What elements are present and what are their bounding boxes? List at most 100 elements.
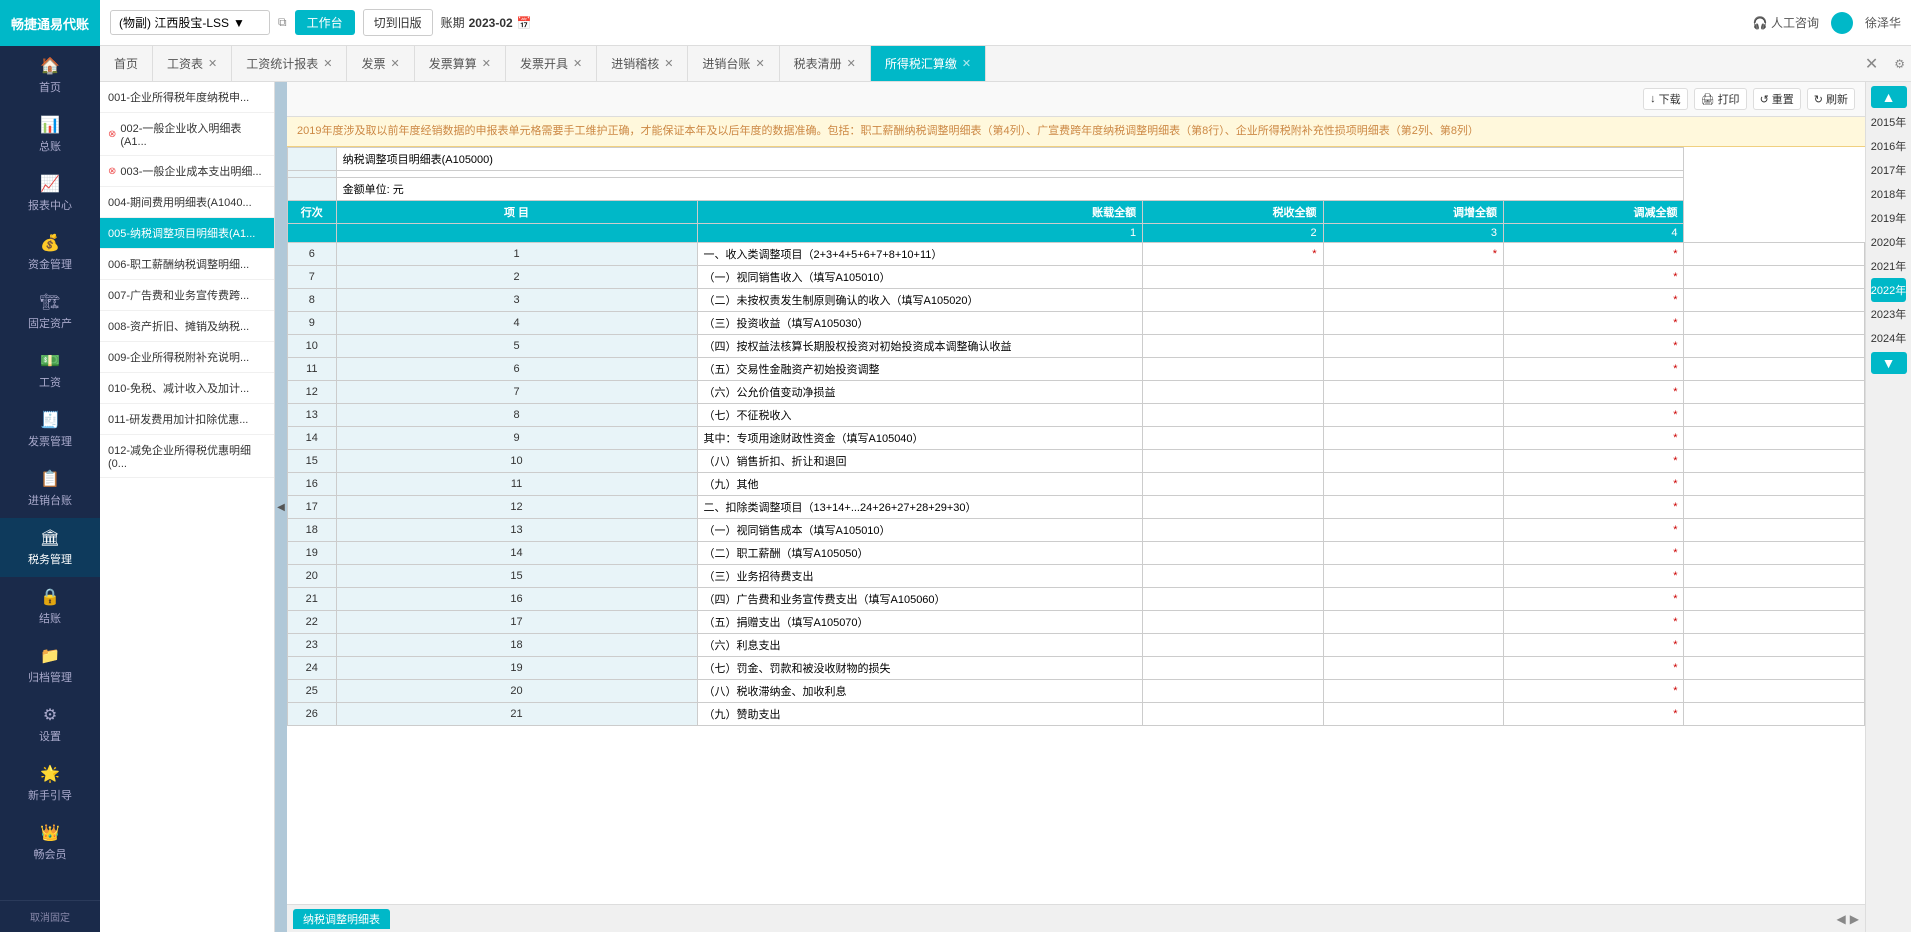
- company-selector[interactable]: (物副) 江西股宝-LSS ▼: [110, 10, 270, 35]
- left-panel-item-002[interactable]: ⊗ 002-一般企业收入明细表(A1...: [100, 113, 274, 156]
- refresh-button[interactable]: ↻ 刷新: [1807, 88, 1855, 110]
- left-panel-item-001[interactable]: 001-企业所得税年度纳税申...: [100, 82, 274, 113]
- tab-close-intake-ledger[interactable]: ✕: [755, 57, 764, 70]
- left-panel-item-012[interactable]: 012-减免企业所得税优惠明细(0...: [100, 435, 274, 478]
- left-panel-label: 010-免税、减计收入及加计...: [108, 380, 249, 396]
- sidebar-item-tax[interactable]: 🏛税务管理: [0, 518, 100, 577]
- period-selector[interactable]: 账期 2023-02 📅: [441, 14, 532, 31]
- copy-icon[interactable]: ⧉: [278, 15, 287, 30]
- sidebar-item-archive[interactable]: 📁归档管理: [0, 636, 100, 695]
- tab-close-invoice[interactable]: ✕: [391, 57, 400, 70]
- year-item-2018[interactable]: 2018年: [1871, 182, 1906, 206]
- year-nav-down[interactable]: ▼: [1871, 352, 1907, 374]
- scroll-left-icon[interactable]: ◀: [1837, 912, 1846, 926]
- download-button[interactable]: ↓ 下载: [1643, 88, 1688, 110]
- help-button[interactable]: 🎧 人工咨询: [1753, 14, 1819, 31]
- left-panel-item-003[interactable]: ⊗003-一般企业成本支出明细...: [100, 156, 274, 187]
- print-icon: 🖨: [1701, 93, 1715, 106]
- year-item-2015[interactable]: 2015年: [1871, 110, 1906, 134]
- left-panel-item-011[interactable]: 011-研发费用加计扣除优惠...: [100, 404, 274, 435]
- workbench-button[interactable]: 工作台: [295, 10, 355, 35]
- left-panel-item-008[interactable]: 008-资产折旧、摊销及纳税...: [100, 311, 274, 342]
- year-item-2019[interactable]: 2019年: [1871, 206, 1906, 230]
- year-item-2021[interactable]: 2021年: [1871, 254, 1906, 278]
- sidebar-item-intake[interactable]: 📋进销台账: [0, 459, 100, 518]
- sidebar-icon-report: 📈: [40, 174, 60, 194]
- sidebar-item-closing[interactable]: 🔒结账: [0, 577, 100, 636]
- sidebar-icon-salary: 💵: [40, 351, 60, 371]
- tab-invoice-open[interactable]: 发票开具✕: [506, 46, 597, 82]
- scroll-right-icon[interactable]: ▶: [1850, 912, 1859, 926]
- sidebar-label-asset: 固定资产: [28, 315, 72, 331]
- tab-invoice[interactable]: 发票 ✕: [347, 46, 414, 82]
- left-panel-item-010[interactable]: 010-免税、减计收入及加计...: [100, 373, 274, 404]
- table-row: 11 6 （五）交易性金融资产初始投资调整 *: [288, 357, 1865, 380]
- sidebar-item-capital[interactable]: 💰资金管理: [0, 223, 100, 282]
- print-button[interactable]: 🖨 打印: [1694, 88, 1747, 110]
- left-panel-label: 002-一般企业收入明细表(A1...: [120, 120, 266, 148]
- tab-close-invoice-calc[interactable]: ✕: [482, 57, 491, 70]
- switch-version-button[interactable]: 切到旧版: [363, 9, 433, 36]
- reset-button[interactable]: ↺ 重置: [1753, 88, 1801, 110]
- tab-intake-ledger[interactable]: 进销台账✕: [688, 46, 779, 82]
- sidebar-item-salary[interactable]: 💵工资: [0, 341, 100, 400]
- year-nav-up[interactable]: ▲: [1871, 86, 1907, 108]
- year-item-2022[interactable]: 2022年: [1871, 278, 1906, 302]
- tab-close-invoice-open[interactable]: ✕: [573, 57, 582, 70]
- tab-income-tax[interactable]: 所得税汇算缴 ✕: [871, 46, 986, 82]
- tab-close-salary[interactable]: ✕: [208, 57, 217, 70]
- table-row: 6 1 一、收入类调整项目（2+3+4+5+6+7+8+10+11） * * *: [288, 242, 1865, 265]
- tab-tax-clear[interactable]: 税表清册✕: [780, 46, 871, 82]
- left-panel-item-004[interactable]: 004-期间费用明细表(A1040...: [100, 187, 274, 218]
- left-panel-item-007[interactable]: 007-广告费和业务宣传费跨...: [100, 280, 274, 311]
- sidebar-item-home[interactable]: 🏠首页: [0, 46, 100, 105]
- sidebar-item-ledger[interactable]: 📊总账: [0, 105, 100, 164]
- year-item-2020[interactable]: 2020年: [1871, 230, 1906, 254]
- tab-salary[interactable]: 工资表✕: [153, 46, 232, 82]
- sidebar-item-newguide[interactable]: 🌟新手引导: [0, 754, 100, 813]
- panel-toggle-button[interactable]: ◀: [275, 82, 287, 932]
- left-panel: 001-企业所得税年度纳税申... ⊗ 002-一般企业收入明细表(A1... ⊗00…: [100, 82, 275, 932]
- table-row: 13 8 （七）不征税收入 *: [288, 403, 1865, 426]
- tab-close-intake-check[interactable]: ✕: [664, 57, 673, 70]
- tab-home[interactable]: 首页: [100, 46, 153, 82]
- year-item-2017[interactable]: 2017年: [1871, 158, 1906, 182]
- main-table: 纳税调整项目明细表(A105000) 金额单位: 元: [287, 147, 1865, 726]
- table-row: 22 17 （五）捐赠支出（填写A105070） *: [288, 610, 1865, 633]
- left-panel-label: 001-企业所得税年度纳税申...: [108, 89, 249, 105]
- tab-invoice-calc[interactable]: 发票算算✕: [415, 46, 506, 82]
- year-item-2016[interactable]: 2016年: [1871, 134, 1906, 158]
- tab-label-home: 首页: [114, 55, 138, 72]
- table-area[interactable]: 纳税调整项目明细表(A105000) 金额单位: 元: [287, 147, 1865, 905]
- tab-salary-stat[interactable]: 工资统计报表 ✕: [232, 46, 347, 82]
- tab-close-income-tax[interactable]: ✕: [962, 57, 971, 70]
- year-item-2024[interactable]: 2024年: [1871, 326, 1906, 350]
- sidebar-item-invoice[interactable]: 🧾发票管理: [0, 400, 100, 459]
- left-panel-item-005[interactable]: 005-纳税调整项目明细表(A1...: [100, 218, 274, 249]
- sidebar-item-settings[interactable]: ⚙设置: [0, 695, 100, 754]
- sidebar-label-ledger: 总账: [39, 138, 61, 154]
- bottom-tab-button[interactable]: 纳税调整明细表: [293, 909, 390, 929]
- sidebar: 畅捷通易代账 🏠首页📊总账📈报表中心💰资金管理🏗固定资产💵工资🧾发票管理📋进销台…: [0, 0, 100, 932]
- topbar-right: 🎧 人工咨询 徐泽华: [1753, 12, 1901, 34]
- settings-icon[interactable]: ⚙: [1888, 57, 1911, 71]
- sidebar-icon-newguide: 🌟: [40, 764, 60, 784]
- close-all-tabs-button[interactable]: ✕: [1855, 54, 1888, 74]
- left-panel-item-006[interactable]: 006-职工薪酬纳税调整明细...: [100, 249, 274, 280]
- tab-label-invoice: 发票: [361, 55, 385, 72]
- tab-close-salary-stat[interactable]: ✕: [323, 57, 332, 70]
- table-row: 19 14 （二）职工薪酬（填写A105050） *: [288, 541, 1865, 564]
- error-icon: ⊗: [108, 129, 116, 140]
- sidebar-item-asset[interactable]: 🏗固定资产: [0, 282, 100, 341]
- tab-intake-check[interactable]: 进销稽核✕: [597, 46, 688, 82]
- tab-label-salary-stat: 工资统计报表: [246, 55, 318, 72]
- sidebar-unpin-button[interactable]: 取消固定: [0, 900, 100, 932]
- tab-label-income-tax: 所得税汇算缴: [885, 55, 957, 72]
- sidebar-label-intake: 进销台账: [28, 492, 72, 508]
- sidebar-item-vip[interactable]: 👑畅会员: [0, 813, 100, 872]
- download-icon: ↓: [1650, 93, 1656, 105]
- year-item-2023[interactable]: 2023年: [1871, 302, 1906, 326]
- tab-close-tax-clear[interactable]: ✕: [847, 57, 856, 70]
- left-panel-item-009[interactable]: 009-企业所得税附补充说明...: [100, 342, 274, 373]
- sidebar-item-report[interactable]: 📈报表中心: [0, 164, 100, 223]
